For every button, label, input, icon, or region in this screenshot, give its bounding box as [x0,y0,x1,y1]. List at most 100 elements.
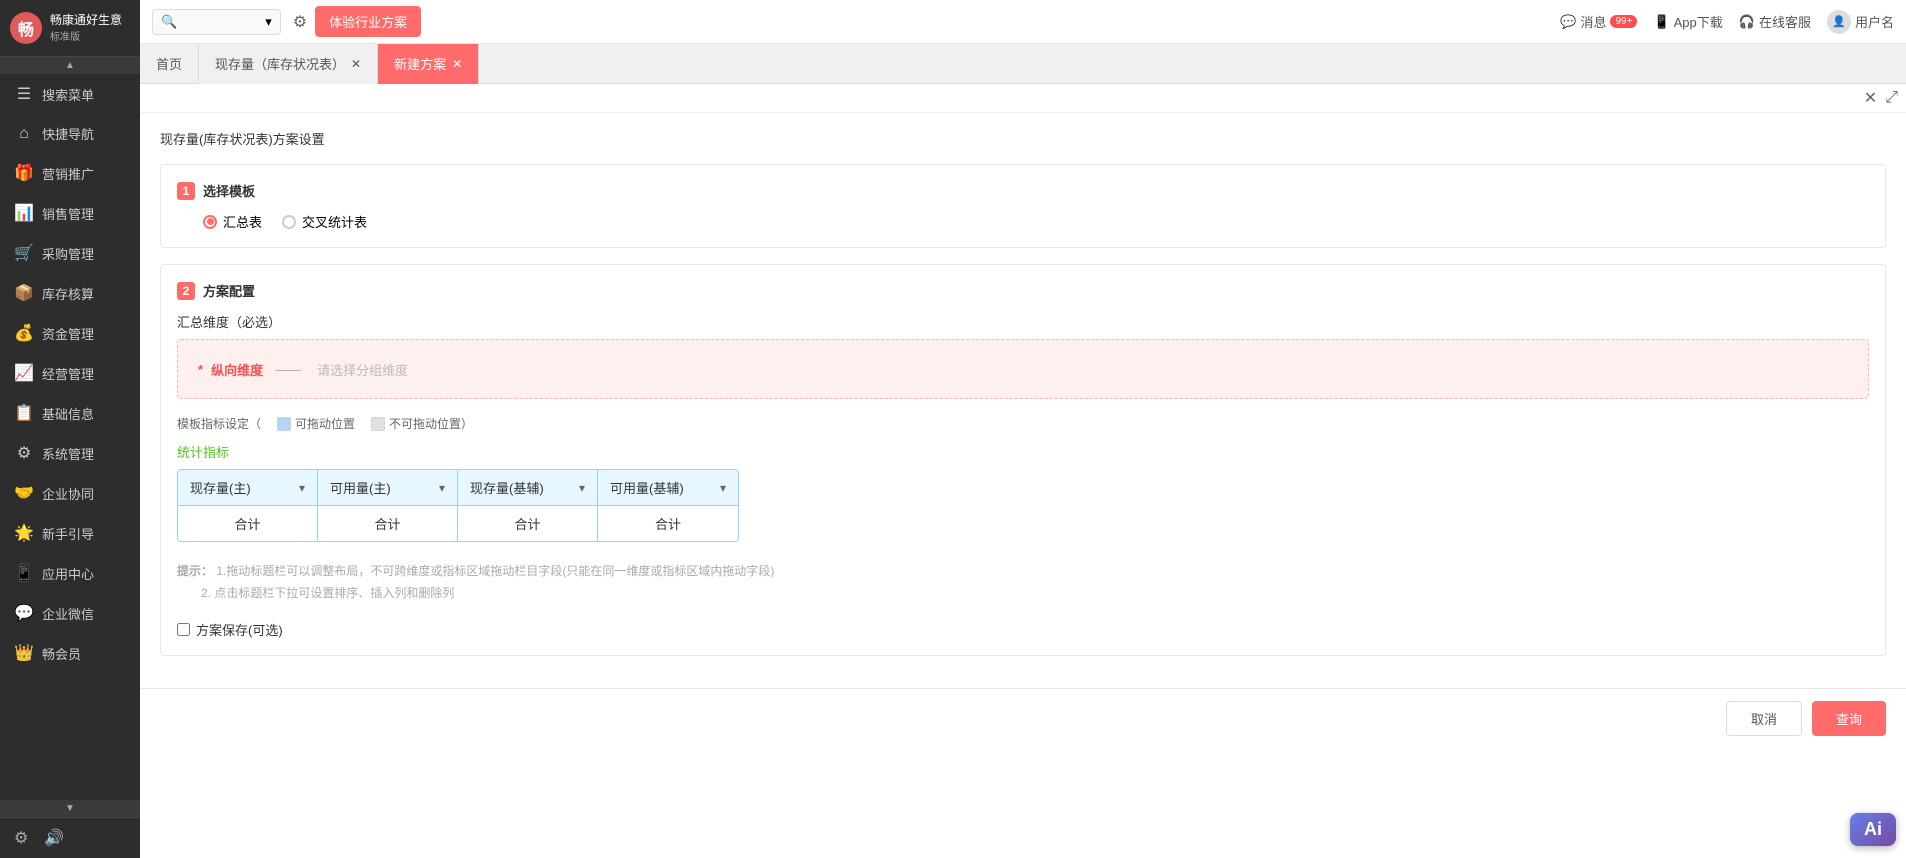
sidebar-item-label: 新手引导 [42,524,94,543]
handshake-icon: 🤝 [14,483,34,503]
dimension-label: 汇总维度（必选） [177,312,1869,331]
experience-btn[interactable]: 体验行业方案 [315,6,421,37]
stat-col-3-label: 可用量(基辅) [610,478,684,497]
gift-icon: 🎁 [14,163,34,183]
radio-summary[interactable]: 汇总表 [203,212,262,231]
home-icon: ⌂ [14,125,34,143]
save-option: 方案保存(可选) [177,620,1869,639]
legend-draggable-label: 可拖动位置 [295,415,355,432]
logo-title: 畅康通好生意 [50,13,122,29]
sidebar-item-basic-info[interactable]: 📋 基础信息 [0,393,140,433]
search-icon: 🔍 [161,14,177,30]
legend-fixed: 不可拖动位置） [371,415,473,432]
dim-arrow: —— [275,362,301,377]
topbar-user[interactable]: 👤 用户名 [1827,10,1894,34]
ai-badge[interactable]: Ai [1850,813,1896,846]
sidebar-item-label: 销售管理 [42,204,94,223]
stat-col-1-chevron[interactable]: ▾ [439,481,445,495]
sidebar-item-quick-nav[interactable]: ⌂ 快捷导航 [0,114,140,153]
radio-cross[interactable]: 交叉统计表 [282,212,367,231]
sidebar-item-enterprise-wechat[interactable]: 💬 企业微信 [0,593,140,633]
dropdown-icon[interactable]: ▾ [265,14,272,30]
tab-inventory-close[interactable]: ✕ [351,57,361,71]
stat-col-3-cell: 合计 [598,506,738,541]
stat-col-0-label: 现存量(主) [190,478,251,497]
stat-col-2-header[interactable]: 现存量(基辅) ▾ [458,470,597,506]
dim-vertical-text: 纵向维度 [211,360,263,379]
save-checkbox[interactable] [177,623,190,636]
tab-new-plan-close[interactable]: ✕ [452,57,462,71]
stat-col-0: 现存量(主) ▾ 合计 [178,470,318,541]
stat-col-0-header[interactable]: 现存量(主) ▾ [178,470,317,506]
topbar-messages[interactable]: 💬 消息 99+ [1560,12,1637,31]
tab-inventory-label: 现存量（库存状况表） [215,54,345,73]
topbar-gear-icon[interactable]: ⚙ [293,12,307,32]
stat-col-2-chevron[interactable]: ▾ [579,481,585,495]
sidebar-item-label: 搜索菜单 [42,85,94,104]
sidebar-scroll-up[interactable]: ▲ [0,57,140,74]
stat-col-1-label: 可用量(主) [330,478,391,497]
stat-col-3-chevron[interactable]: ▾ [720,481,726,495]
draggable-box-icon [277,417,291,431]
legend-draggable: 可拖动位置 [277,415,355,432]
sidebar-item-enterprise[interactable]: 🤝 企业协同 [0,473,140,513]
stat-col-1: 可用量(主) ▾ 合计 [318,470,458,541]
fixed-box-icon [371,417,385,431]
sidebar-item-marketing[interactable]: 🎁 营销推广 [0,153,140,193]
sidebar-item-label: 经营管理 [42,364,94,383]
sidebar-scroll-down[interactable]: ▼ [0,800,140,817]
radio-summary-circle [203,215,217,229]
sidebar-item-vip-member[interactable]: 👑 畅会员 [0,633,140,673]
msg-badge: 99+ [1610,15,1637,28]
sidebar-item-new-guide[interactable]: 🌟 新手引导 [0,513,140,553]
radio-summary-label: 汇总表 [223,212,262,231]
section1-num: 1 [177,182,195,200]
section-template: 1 选择模板 汇总表 交叉统计表 [160,164,1886,248]
app-label: App下载 [1674,12,1723,31]
legend-fixed-label: 不可拖动位置） [389,415,473,432]
stat-col-0-chevron[interactable]: ▾ [299,481,305,495]
sidebar-item-sales[interactable]: 📊 销售管理 [0,193,140,233]
topbar-online-service[interactable]: 🎧 在线客服 [1739,12,1811,31]
stat-col-2-cell: 合计 [458,506,597,541]
template-options: 汇总表 交叉统计表 [203,212,1869,231]
settings-icon[interactable]: ⚙ [14,828,28,848]
search-input[interactable] [181,15,261,29]
sidebar-item-label: 畅会员 [42,644,81,663]
topbar-app-download[interactable]: 📱 App下载 [1653,12,1722,31]
sidebar-item-sys-manage[interactable]: ⚙ 系统管理 [0,433,140,473]
stat-col-1-header[interactable]: 可用量(主) ▾ [318,470,457,506]
sidebar-item-label: 基础信息 [42,404,94,423]
tips-section: 提示： 1.拖动标题栏可以调整布局，不可跨维度或指标区域拖动栏目字段(只能在同一… [177,561,1869,604]
tab-home[interactable]: 首页 [140,44,199,84]
cancel-button[interactable]: 取消 [1726,701,1802,736]
tips-title: 提示： [177,564,213,578]
sidebar-item-operations[interactable]: 📈 经营管理 [0,353,140,393]
sidebar-item-label: 营销推广 [42,164,94,183]
tab-new-plan[interactable]: 新建方案 ✕ [378,44,479,84]
sidebar-item-label: 库存核算 [42,284,94,303]
sidebar-item-label: 企业微信 [42,604,94,623]
sidebar-item-purchase[interactable]: 🛒 采购管理 [0,233,140,273]
stat-col-0-cell: 合计 [178,506,317,541]
gear-icon: ⚙ [14,443,34,463]
service-label: 在线客服 [1759,12,1811,31]
speaker-icon[interactable]: 🔊 [44,828,64,848]
sidebar-nav: ☰ 搜索菜单 ⌂ 快捷导航 🎁 营销推广 📊 销售管理 🛒 采购管理 📦 库存核… [0,74,140,800]
dimension-box[interactable]: * 纵向维度 —— 请选择分组维度 [177,339,1869,399]
panel-close-btn[interactable]: ✕ [1864,88,1877,108]
radio-cross-circle [282,215,296,229]
stat-col-3-header[interactable]: 可用量(基辅) ▾ [598,470,738,506]
query-button[interactable]: 查询 [1812,701,1886,736]
sidebar-item-search-menu[interactable]: ☰ 搜索菜单 [0,74,140,114]
search-menu-icon: ☰ [14,84,34,104]
indicator-label-text: 模板指标设定（ [177,415,261,432]
sidebar-item-finance[interactable]: 💰 资金管理 [0,313,140,353]
tip-0: 1.拖动标题栏可以调整布局，不可跨维度或指标区域拖动栏目字段(只能在同一维度或指… [216,564,774,578]
tab-inventory[interactable]: 现存量（库存状况表） ✕ [199,44,378,84]
search-box[interactable]: 🔍 ▾ [152,9,281,35]
panel-expand-btn[interactable]: ⤢ [1885,89,1898,107]
list-icon: 📋 [14,403,34,423]
sidebar-item-app-center[interactable]: 📱 应用中心 [0,553,140,593]
sidebar-item-inventory[interactable]: 📦 库存核算 [0,273,140,313]
